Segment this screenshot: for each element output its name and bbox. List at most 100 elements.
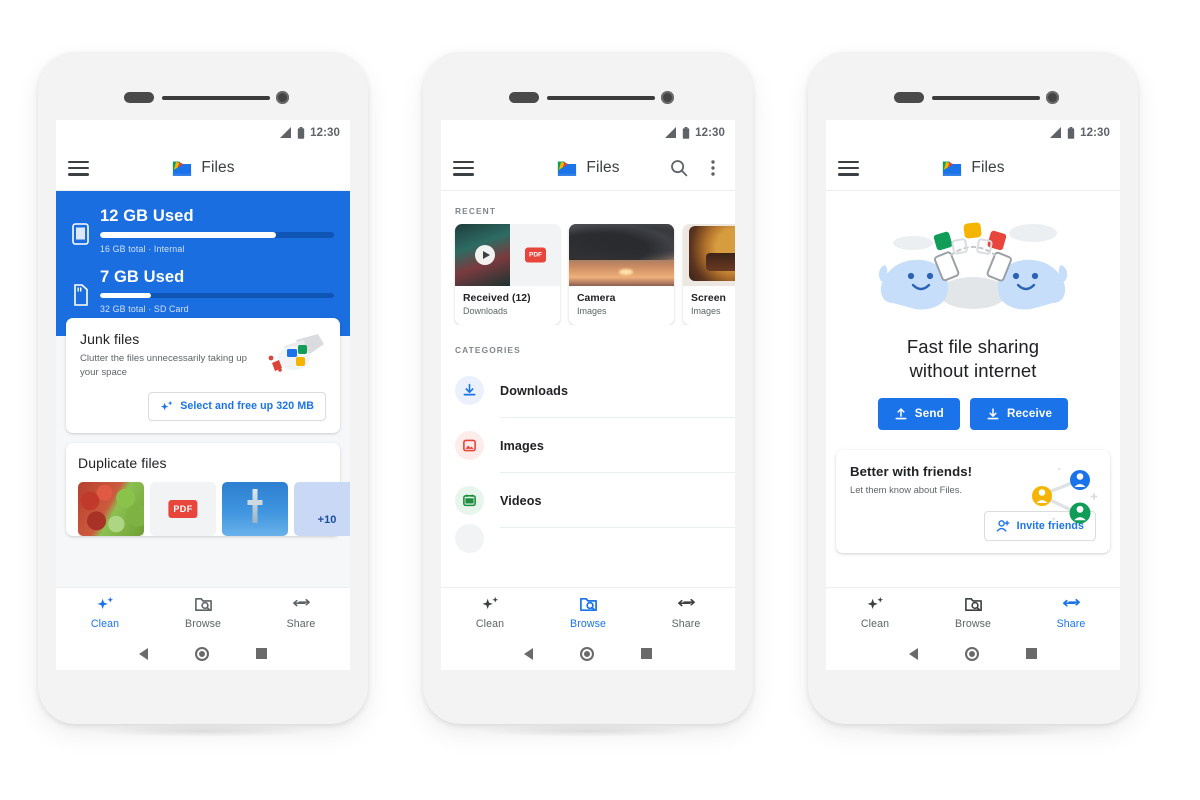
recent-subtitle-camera: Images: [577, 306, 607, 316]
duplicate-thumb-row: PDF +10: [78, 481, 350, 536]
browse-scroll: RECENT PDF Received (12) Downloads Camer…: [441, 191, 735, 587]
more-vert-icon[interactable]: [703, 158, 723, 178]
phone-device-clean: 12:30 Files 12 GB Used 16 GB total · Int…: [38, 52, 368, 737]
download-icon-ring: [455, 376, 484, 405]
hamburger-icon[interactable]: [838, 160, 859, 176]
triangle-back-icon[interactable]: [139, 647, 149, 660]
sparkle-icon: [867, 596, 883, 610]
category-label-images: Images: [500, 438, 545, 453]
earpiece-icon: [894, 92, 924, 103]
bottom-nav-item-browse[interactable]: Browse: [154, 595, 252, 630]
bottom-nav-item-share[interactable]: Share: [637, 595, 735, 630]
brush-cleaning-icon: [268, 334, 324, 372]
bottom-nav-item-browse[interactable]: Browse: [924, 595, 1022, 630]
hamburger-icon[interactable]: [453, 160, 474, 176]
triangle-back-icon[interactable]: [524, 647, 534, 660]
share-actions: Send Receive: [877, 397, 1069, 430]
earpiece-icon: [509, 92, 539, 103]
thumbnail-apples[interactable]: [78, 481, 144, 536]
app-title: Files: [586, 159, 620, 176]
share-headline: Fast file sharing without internet: [907, 335, 1039, 384]
square-recents-icon[interactable]: [1025, 648, 1037, 659]
square-recents-icon[interactable]: [255, 648, 267, 659]
share-arrows-icon: [292, 598, 310, 607]
category-item-images[interactable]: Images: [441, 418, 735, 473]
circle-home-icon[interactable]: [194, 646, 209, 661]
recent-thumb-screen: [683, 224, 735, 286]
select-and-free-up-button[interactable]: Select and free up 320 MB: [148, 391, 326, 421]
category-item-downloads[interactable]: Downloads: [441, 363, 735, 418]
signal-icon: [280, 127, 292, 138]
better-with-friends-card[interactable]: Better with friends! Let them know about…: [836, 449, 1110, 553]
phone-storage-icon: [72, 223, 89, 245]
image-icon: [463, 439, 476, 452]
battery-icon: [297, 126, 305, 139]
thumbnail-tower[interactable]: [222, 481, 288, 536]
two-blobs-sharing-icon: [878, 222, 1068, 310]
sparkle-icon: [482, 596, 498, 610]
battery-icon: [1067, 126, 1075, 139]
bottom-nav-item-share[interactable]: Share: [252, 595, 350, 630]
thumbnail-more-count[interactable]: +10: [294, 481, 350, 536]
junk-card-description: Clutter the files unnecessarily taking u…: [80, 353, 247, 378]
duplicate-files-card[interactable]: Duplicate files PDF +10: [66, 442, 350, 536]
send-button[interactable]: Send: [877, 397, 960, 430]
bottom-nav-item-clean[interactable]: Clean: [441, 595, 539, 630]
search-icon[interactable]: [669, 158, 689, 178]
front-camera-icon: [1046, 91, 1059, 104]
storage-sub-internal: 16 GB total · Internal: [100, 243, 185, 254]
square-recents-icon[interactable]: [640, 648, 652, 659]
bottom-nav-item-clean[interactable]: Clean: [56, 595, 154, 630]
circle-home-icon[interactable]: [964, 646, 979, 661]
receive-button[interactable]: Receive: [969, 397, 1069, 430]
phone-device-share: 12:30 Files Fast file sharing without in…: [808, 52, 1138, 737]
files-logo-icon: [558, 161, 577, 176]
circle-home-icon[interactable]: [579, 646, 594, 661]
partial-icon-ring: [455, 523, 484, 553]
storage-fill-sd: [100, 292, 152, 298]
categories-section-label: CATEGORIES: [455, 345, 521, 355]
recent-card-camera[interactable]: Camera Images: [569, 224, 674, 325]
storage-row-sd[interactable]: 7 GB Used 32 GB total · SD Card: [72, 267, 334, 314]
recent-thumb-received: PDF: [455, 224, 560, 286]
recent-card-received[interactable]: PDF Received (12) Downloads: [455, 224, 560, 325]
recent-title-camera: Camera: [577, 293, 616, 304]
category-label-downloads: Downloads: [500, 383, 569, 398]
files-logo-icon: [173, 161, 192, 176]
thumbnail-pdf[interactable]: PDF: [150, 481, 216, 536]
status-time: 12:30: [310, 126, 340, 139]
recent-card-screen[interactable]: Screen Images: [683, 224, 735, 325]
system-nav-bar: [441, 637, 735, 670]
recent-title-screen: Screen: [691, 293, 726, 304]
more-count-label: +10: [317, 513, 337, 526]
hamburger-icon[interactable]: [68, 160, 89, 176]
pdf-badge: PDF: [525, 247, 546, 263]
status-time: 12:30: [1080, 126, 1110, 139]
phone-top-hardware: [423, 88, 753, 110]
app-title: Files: [971, 159, 1005, 176]
share-arrows-icon: [1062, 598, 1080, 607]
share-body-wrap: Fast file sharing without internet Send: [826, 191, 1120, 587]
bottom-nav-share: Clean Browse Share: [826, 587, 1120, 637]
storage-row-internal[interactable]: 12 GB Used 16 GB total · Internal: [72, 207, 334, 254]
storage-track-internal: [100, 232, 334, 238]
bottom-nav-item-share[interactable]: Share: [1022, 595, 1120, 630]
triangle-back-icon[interactable]: [909, 647, 919, 660]
category-item-partial[interactable]: [441, 523, 735, 553]
storage-sub-sd: 32 GB total · SD Card: [100, 304, 189, 314]
junk-files-card[interactable]: Junk files Clutter the files unnecessari…: [66, 318, 340, 433]
front-camera-icon: [661, 91, 674, 104]
share-headline-line2: without internet: [909, 360, 1037, 382]
signal-icon: [665, 127, 677, 138]
bottom-nav-item-clean[interactable]: Clean: [826, 595, 924, 630]
category-label-videos: Videos: [500, 493, 542, 508]
storage-title-internal: 12 GB Used: [100, 207, 194, 225]
bottom-nav-item-browse[interactable]: Browse: [539, 595, 637, 630]
bottom-nav-label-share: Share: [1056, 618, 1086, 630]
category-item-videos[interactable]: Videos: [441, 473, 735, 528]
storage-title-sd: 7 GB Used: [100, 267, 185, 286]
app-brand: Files: [56, 158, 350, 178]
video-icon-ring: [455, 486, 484, 515]
files-logo-icon: [943, 161, 962, 176]
bottom-nav-browse: Clean Browse Share: [441, 587, 735, 637]
